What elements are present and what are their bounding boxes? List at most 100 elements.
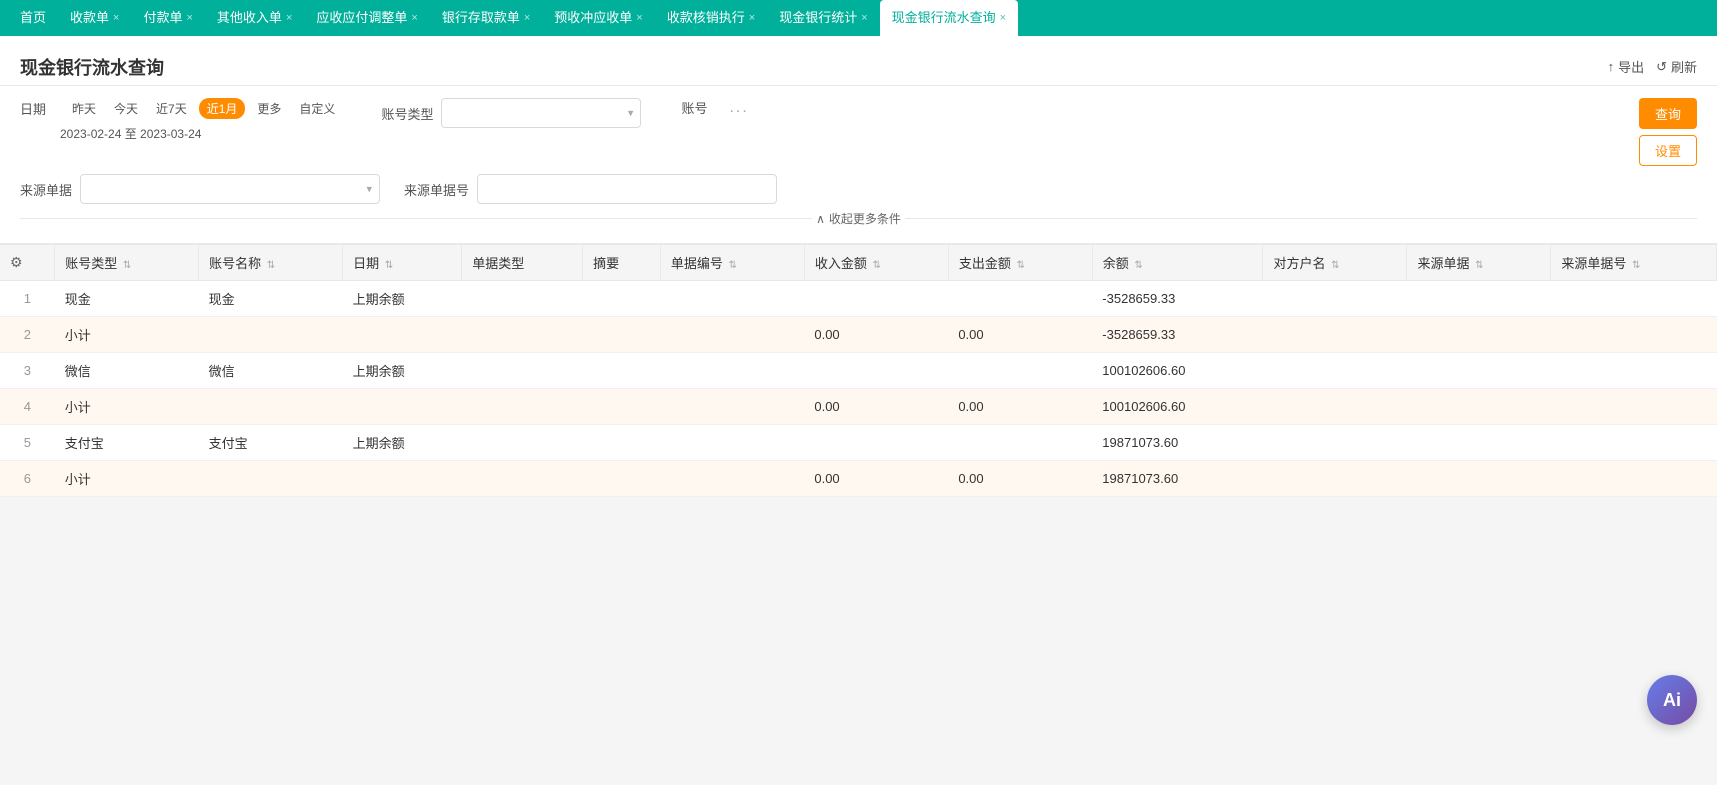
account-type-field: 账号类型 ▾ [381, 98, 641, 128]
col-header-balance[interactable]: 余额 ⇅ [1092, 245, 1263, 281]
nav-tab-现金银行流水查询[interactable]: 现金银行流水查询× [880, 0, 1018, 36]
cell-account_name [199, 317, 343, 353]
nav-home[interactable]: 首页 [8, 0, 58, 36]
sort-icon: ⇅ [1331, 260, 1339, 271]
cell-num: 2 [0, 317, 55, 353]
nav-tab-收款单[interactable]: 收款单× [58, 0, 131, 36]
cell-expense [948, 281, 1092, 317]
cell-doc_type [462, 425, 583, 461]
sort-icon: ⇅ [1475, 260, 1483, 271]
cell-doc_no [660, 461, 804, 497]
cell-source_doc [1407, 353, 1551, 389]
nav-tab-收款核销执行[interactable]: 收款核销执行× [655, 0, 767, 36]
cell-num: 1 [0, 281, 55, 317]
cell-summary [583, 389, 661, 425]
cell-account_name: 微信 [199, 353, 343, 389]
page-title: 现金银行流水查询 [20, 54, 164, 80]
cell-source_doc_no [1551, 317, 1717, 353]
collapse-icon: ∧ [816, 212, 825, 226]
cell-doc_type [462, 389, 583, 425]
sort-icon: ⇅ [729, 260, 737, 271]
col-header-doc_no[interactable]: 单据编号 ⇅ [660, 245, 804, 281]
close-tab-icon[interactable]: × [1000, 0, 1006, 36]
col-header-income[interactable]: 收入金额 ⇅ [804, 245, 948, 281]
cell-source_doc [1407, 389, 1551, 425]
close-tab-icon[interactable]: × [113, 0, 119, 36]
date-opts-row: 日期 昨天今天近7天近1月更多自定义 [20, 98, 341, 119]
col-header-counterparty[interactable]: 对方户名 ⇅ [1263, 245, 1407, 281]
account-more-dots[interactable]: ... [729, 99, 748, 117]
cell-balance: -3528659.33 [1092, 317, 1263, 353]
col-header-expense[interactable]: 支出金额 ⇅ [948, 245, 1092, 281]
table-row: 4小计0.000.00100102606.60 [0, 389, 1717, 425]
query-button[interactable]: 查询 [1639, 98, 1697, 129]
cell-counterparty [1263, 353, 1407, 389]
col-header-account_name[interactable]: 账号名称 ⇅ [199, 245, 343, 281]
close-tab-icon[interactable]: × [411, 0, 417, 36]
source-doc-select[interactable] [80, 174, 380, 204]
col-header-gear: ⚙ [0, 245, 55, 281]
col-header-date[interactable]: 日期 ⇅ [343, 245, 462, 281]
sort-icon: ⇅ [385, 260, 393, 271]
nav-tab-现金银行统计[interactable]: 现金银行统计× [767, 0, 879, 36]
date-opt-今天[interactable]: 今天 [108, 98, 144, 119]
close-tab-icon[interactable]: × [861, 0, 867, 36]
col-header-doc_type: 单据类型 [462, 245, 583, 281]
date-opt-近7天[interactable]: 近7天 [150, 98, 193, 119]
cell-account_type: 小计 [55, 461, 199, 497]
col-header-account_type[interactable]: 账号类型 ⇅ [55, 245, 199, 281]
cell-balance: 100102606.60 [1092, 353, 1263, 389]
refresh-button[interactable]: ↺ 刷新 [1656, 57, 1697, 76]
sort-icon: ⇅ [123, 260, 131, 271]
close-tab-icon[interactable]: × [524, 0, 530, 36]
cell-num: 6 [0, 461, 55, 497]
close-tab-icon[interactable]: × [186, 0, 192, 36]
close-tab-icon[interactable]: × [749, 0, 755, 36]
nav-tab-label: 收款核销执行 [667, 0, 745, 36]
table-wrapper: ⚙账号类型 ⇅账号名称 ⇅日期 ⇅单据类型摘要单据编号 ⇅收入金额 ⇅支出金额 … [0, 244, 1717, 497]
cell-account_type: 支付宝 [55, 425, 199, 461]
cell-summary [583, 425, 661, 461]
date-opt-更多[interactable]: 更多 [251, 98, 287, 119]
table-row: 6小计0.000.0019871073.60 [0, 461, 1717, 497]
source-doc-no-input[interactable] [477, 174, 777, 204]
nav-tab-预收冲应收单[interactable]: 预收冲应收单× [542, 0, 654, 36]
close-tab-icon[interactable]: × [286, 0, 292, 36]
cell-doc_type [462, 281, 583, 317]
cell-source_doc [1407, 281, 1551, 317]
nav-tab-银行存取款单[interactable]: 银行存取款单× [430, 0, 542, 36]
cell-counterparty [1263, 389, 1407, 425]
account-field: 账号 ... [681, 98, 748, 117]
cell-doc_type [462, 461, 583, 497]
col-header-source_doc[interactable]: 来源单据 ⇅ [1407, 245, 1551, 281]
account-type-select[interactable] [441, 98, 641, 128]
filter-top-row: 日期 昨天今天近7天近1月更多自定义 2023-02-24 至 2023-03-… [20, 98, 1697, 166]
col-header-source_doc_no[interactable]: 来源单据号 ⇅ [1551, 245, 1717, 281]
cell-counterparty [1263, 461, 1407, 497]
export-icon: ↑ [1608, 59, 1615, 74]
cell-expense: 0.00 [948, 389, 1092, 425]
cell-expense [948, 353, 1092, 389]
collapse-bar[interactable]: ∧ 收起更多条件 [20, 204, 1697, 231]
gear-icon[interactable]: ⚙ [10, 254, 23, 270]
cell-income: 0.00 [804, 317, 948, 353]
cell-account_name [199, 461, 343, 497]
date-opt-近1月[interactable]: 近1月 [199, 98, 246, 119]
cell-balance: 100102606.60 [1092, 389, 1263, 425]
nav-tab-付款单[interactable]: 付款单× [131, 0, 204, 36]
nav-tab-应收应付调整单[interactable]: 应收应付调整单× [304, 0, 429, 36]
nav-tab-其他收入单[interactable]: 其他收入单× [205, 0, 304, 36]
export-button[interactable]: ↑ 导出 [1608, 57, 1645, 76]
cell-balance: -3528659.33 [1092, 281, 1263, 317]
close-tab-icon[interactable]: × [636, 0, 642, 36]
cell-source_doc [1407, 317, 1551, 353]
nav-tab-label: 收款单 [70, 0, 109, 36]
cell-num: 4 [0, 389, 55, 425]
cell-balance: 19871073.60 [1092, 461, 1263, 497]
date-opt-昨天[interactable]: 昨天 [66, 98, 102, 119]
cell-num: 5 [0, 425, 55, 461]
date-opt-自定义[interactable]: 自定义 [293, 98, 341, 119]
settings-button[interactable]: 设置 [1639, 135, 1697, 166]
collapse-label: 收起更多条件 [829, 210, 901, 227]
ai-badge[interactable]: Ai [1647, 675, 1697, 725]
